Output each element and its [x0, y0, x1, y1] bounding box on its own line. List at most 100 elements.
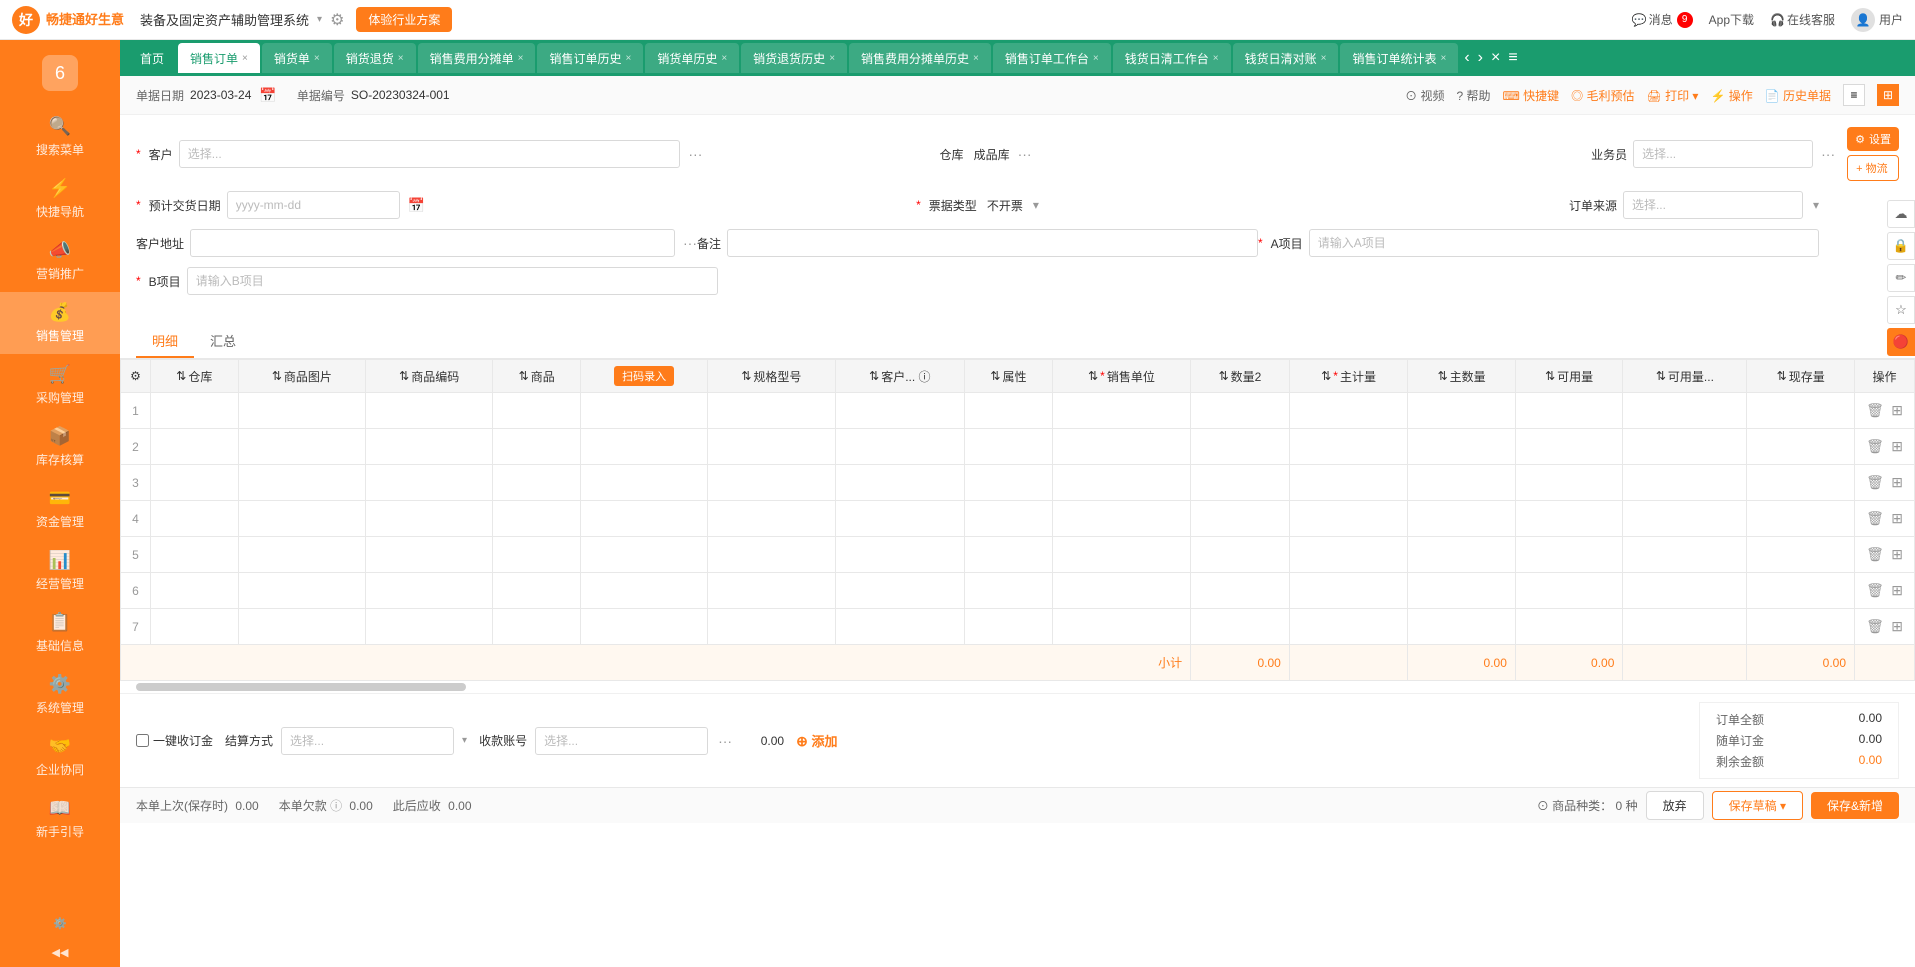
current-debit-help-icon[interactable]: ⓘ [330, 799, 342, 813]
tab-close-icon[interactable]: × [1093, 53, 1099, 64]
settings-gear-icon[interactable]: ⚙ [330, 10, 344, 30]
notification-area[interactable]: 💬 消息 9 [1632, 11, 1693, 28]
sidebar-item-enterprise[interactable]: 🤝 企业协同 [0, 726, 120, 788]
cell-main-qty[interactable] [1408, 393, 1516, 429]
material-button[interactable]: + 物流 [1847, 155, 1899, 181]
tab-next-btn[interactable]: › [1474, 49, 1487, 67]
sidebar-item-search[interactable]: 🔍 搜索菜单 [0, 106, 120, 168]
sidebar-item-guide[interactable]: 📖 新手引导 [0, 788, 120, 850]
order-source-dropdown-icon[interactable]: ▾ [1813, 198, 1819, 212]
sidebar-item-basic[interactable]: 📋 基础信息 [0, 602, 120, 664]
cell-qty2[interactable] [1191, 393, 1290, 429]
th-attr[interactable]: ⇅属性 [965, 360, 1053, 393]
th-available2[interactable]: ⇅可用量... [1623, 360, 1747, 393]
tab-close-icon[interactable]: × [1213, 53, 1219, 64]
copy-row-btn[interactable]: ⊞ [1889, 474, 1905, 491]
cell-warehouse[interactable] [151, 393, 239, 429]
address-input[interactable] [190, 229, 675, 257]
th-settings[interactable]: ⚙ [121, 360, 151, 393]
shortcut-action[interactable]: ⌨ 快捷键 [1503, 87, 1560, 104]
delete-row-btn[interactable]: 🗑 [1864, 582, 1886, 599]
cell-current-qty[interactable] [1747, 393, 1855, 429]
tab-invoice-history[interactable]: 销货单历史 × [645, 43, 739, 73]
tab-close-icon[interactable]: × [1321, 53, 1327, 64]
copy-row-btn[interactable]: ⊞ [1889, 438, 1905, 455]
tab-close-icon[interactable]: × [242, 53, 248, 64]
tab-home[interactable]: 首页 [128, 43, 176, 73]
th-unit[interactable]: ⇅*销售单位 [1052, 360, 1190, 393]
history-action[interactable]: 📄 历史单据 [1765, 87, 1831, 104]
scroll-bar[interactable] [136, 683, 466, 691]
profit-action[interactable]: ◎ 毛利预估 [1571, 87, 1634, 104]
th-qty2[interactable]: ⇅数量2 [1191, 360, 1290, 393]
tab-close-icon[interactable]: × [625, 53, 631, 64]
sidebar-item-sales[interactable]: 💰 销售管理 [0, 292, 120, 354]
app-download-link[interactable]: App下载 [1709, 11, 1754, 28]
tab-sales-invoice[interactable]: 销货单 × [262, 43, 332, 73]
sidebar-item-system[interactable]: ⚙️ 系统管理 [0, 664, 120, 726]
th-main-unit[interactable]: ⇅*主计量 [1289, 360, 1408, 393]
th-available[interactable]: ⇅可用量 [1515, 360, 1623, 393]
tab-order-history[interactable]: 销售订单历史 × [537, 43, 643, 73]
b-project-input[interactable] [187, 267, 718, 295]
tab-close-icon[interactable]: × [398, 53, 404, 64]
rfp-star-btn[interactable]: ☆ [1887, 296, 1915, 324]
cell-available2[interactable] [1623, 393, 1747, 429]
th-image[interactable]: ⇅商品图片 [238, 360, 365, 393]
sidebar-item-quicknav[interactable]: ⚡ 快捷导航 [0, 168, 120, 230]
quick-pay-checkbox-label[interactable]: 一键收订金 [136, 732, 213, 749]
sidebar-item-marketing[interactable]: 📣 营销推广 [0, 230, 120, 292]
cell-customer-code[interactable] [835, 393, 965, 429]
scan-button[interactable]: 扫码录入 [614, 366, 674, 386]
th-spec[interactable]: ⇅规格型号 [708, 360, 835, 393]
salesperson-input[interactable] [1633, 140, 1813, 168]
remark-input[interactable] [727, 229, 1258, 257]
settings-button[interactable]: ⚙ 设置 [1847, 127, 1899, 151]
rfp-alert-btn[interactable]: 🔴 [1887, 328, 1915, 356]
copy-row-btn[interactable]: ⊞ [1889, 618, 1905, 635]
calendar-icon[interactable]: 📅 [259, 87, 276, 104]
tab-order-workbench[interactable]: 销售订单工作台 × [993, 43, 1111, 73]
copy-row-btn[interactable]: ⊞ [1889, 402, 1905, 419]
delete-row-btn[interactable]: 🗑 [1864, 618, 1886, 635]
grid-view-btn[interactable]: ⊞ [1877, 84, 1899, 106]
th-current-qty[interactable]: ⇅现存量 [1747, 360, 1855, 393]
copy-row-btn[interactable]: ⊞ [1889, 546, 1905, 563]
cell-available[interactable] [1515, 393, 1623, 429]
tab-sales-expense[interactable]: 销售费用分摊单 × [418, 43, 536, 73]
online-support-link[interactable]: 🎧 在线客服 [1770, 11, 1835, 28]
tab-close-icon[interactable]: × [314, 53, 320, 64]
invoice-dropdown-icon[interactable]: ▾ [1033, 198, 1039, 212]
tab-return-history[interactable]: 销货退货历史 × [741, 43, 847, 73]
delete-row-btn[interactable]: 🗑 [1864, 474, 1886, 491]
tab-close-icon[interactable]: × [829, 53, 835, 64]
copy-row-btn[interactable]: ⊞ [1889, 582, 1905, 599]
quick-pay-checkbox[interactable] [136, 734, 149, 747]
tab-prev-btn[interactable]: ‹ [1460, 49, 1473, 67]
tab-close-icon[interactable]: × [721, 53, 727, 64]
rfp-lock-btn[interactable]: 🔒 [1887, 232, 1915, 260]
draft-dropdown-icon[interactable]: ▾ [1780, 799, 1786, 813]
tab-close-icon[interactable]: × [518, 53, 524, 64]
payment-method-input[interactable] [281, 727, 454, 755]
table-scroll-container[interactable]: ⚙ ⇅ 仓库 ⇅商品图片 [120, 359, 1915, 681]
tab-stats[interactable]: 销售订单统计表 × [1340, 43, 1458, 73]
a-project-input[interactable] [1309, 229, 1819, 257]
rfp-cloud-btn[interactable]: ☁ [1887, 200, 1915, 228]
warehouse-more-btn[interactable]: ··· [1018, 146, 1032, 162]
sidebar-item-operations[interactable]: 📊 经营管理 [0, 540, 120, 602]
cell-product[interactable] [493, 393, 581, 429]
account-input[interactable] [535, 727, 708, 755]
save-draft-button[interactable]: 保存草稿 ▾ [1712, 791, 1803, 820]
system-dropdown-arrow[interactable]: ▾ [317, 14, 322, 25]
tab-menu-btn[interactable]: ≡ [1504, 49, 1521, 67]
delete-row-btn[interactable]: 🗑 [1864, 510, 1886, 527]
address-more-btn[interactable]: ··· [683, 235, 697, 251]
th-product[interactable]: ⇅商品 [493, 360, 581, 393]
delivery-cal-icon[interactable]: 📅 [408, 197, 425, 214]
save-new-button[interactable]: 保存&新增 [1811, 792, 1899, 819]
customer-more-btn[interactable]: ··· [688, 146, 702, 162]
order-source-input[interactable] [1623, 191, 1803, 219]
list-view-btn[interactable]: ≡ [1843, 84, 1865, 106]
cell-image[interactable] [238, 393, 365, 429]
